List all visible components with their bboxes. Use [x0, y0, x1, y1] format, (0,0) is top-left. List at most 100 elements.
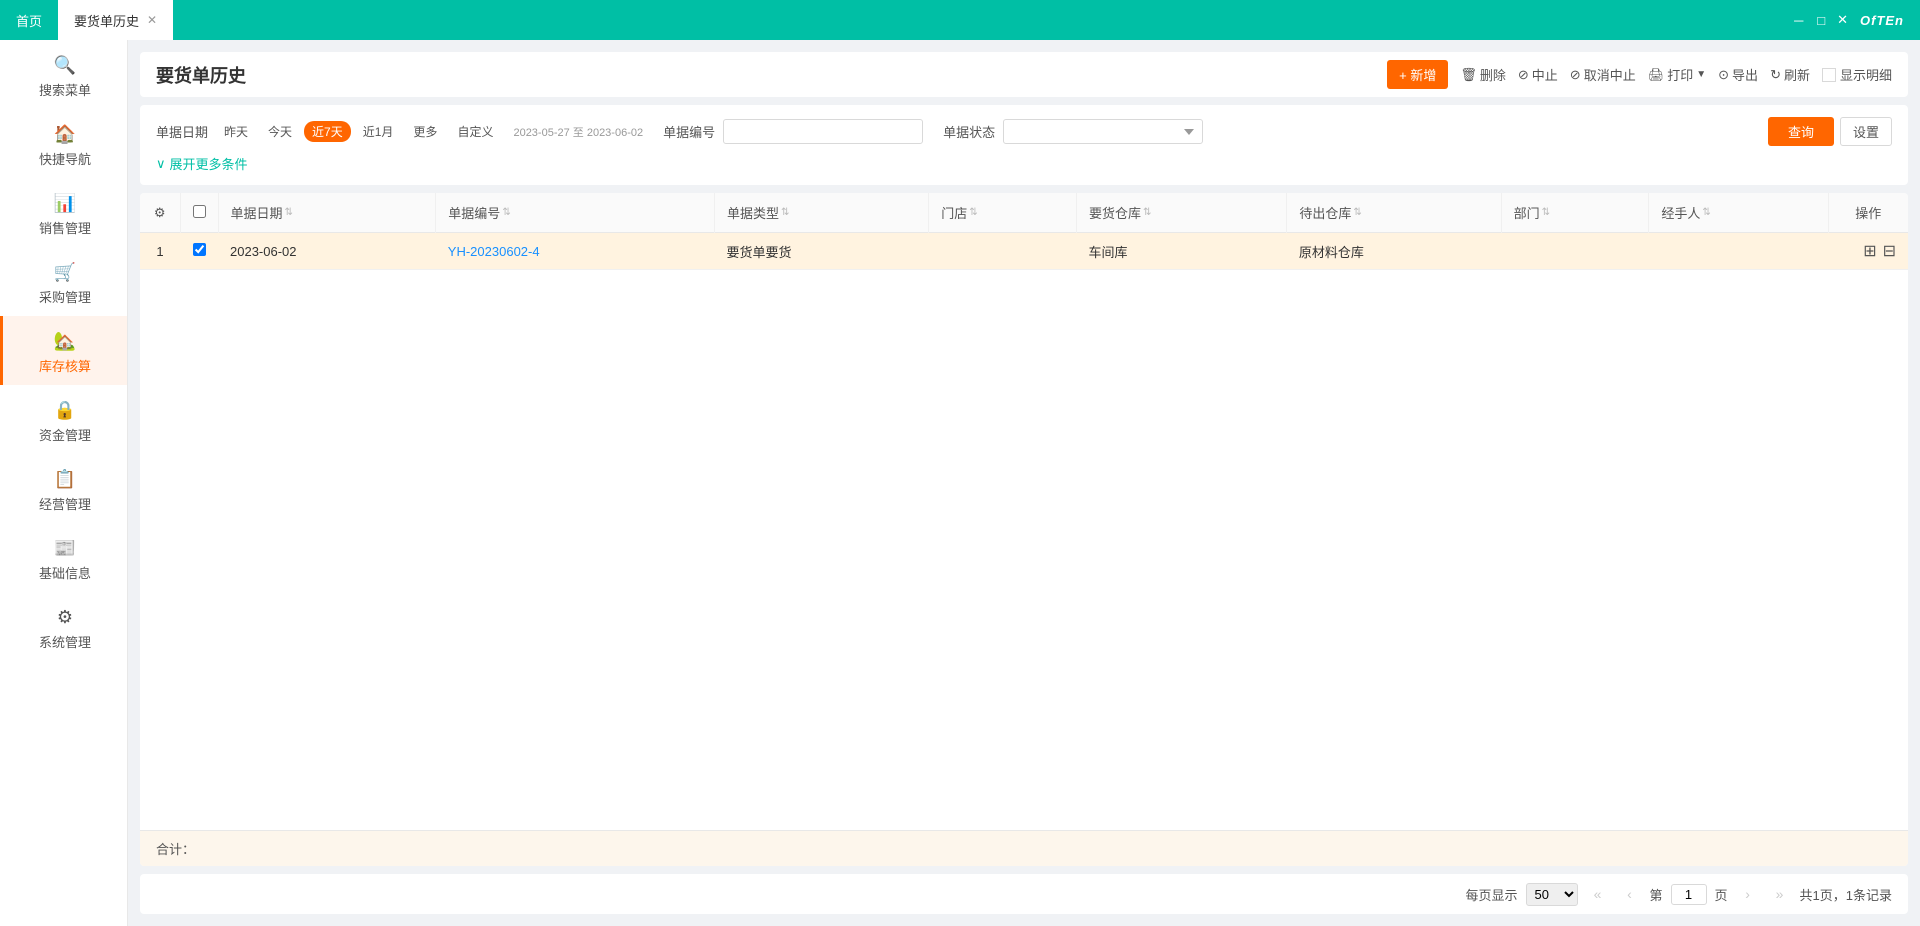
- operations-icon: 📋: [54, 468, 76, 490]
- col-pending-warehouse-header[interactable]: 待出仓库 ⇅: [1287, 193, 1501, 233]
- tab-home-label: 首页: [16, 11, 42, 30]
- row-num-cell: 1: [140, 233, 180, 270]
- tab-home[interactable]: 首页: [0, 0, 58, 40]
- col-handler-sort: 经手人 ⇅: [1661, 203, 1710, 222]
- settings-gear-icon[interactable]: ⚙: [154, 205, 166, 220]
- sidebar-item-search-menu[interactable]: 🔍 搜索菜单: [0, 40, 127, 109]
- home-icon: 🏠: [54, 123, 76, 145]
- tab-close-icon[interactable]: ✕: [147, 13, 157, 27]
- row-edit-icon[interactable]: ⊞: [1863, 241, 1876, 261]
- top-nav-right: － □ ✕ OfTEn: [1792, 11, 1920, 30]
- sidebar-item-sales-mgmt[interactable]: 📊 销售管理: [0, 178, 127, 247]
- sidebar-item-quick-nav[interactable]: 🏠 快捷导航: [0, 109, 127, 178]
- expand-more-label: 展开更多条件: [170, 154, 248, 173]
- settings-button[interactable]: 设置: [1840, 117, 1892, 146]
- last-page-button[interactable]: »: [1768, 882, 1792, 906]
- first-page-button[interactable]: «: [1586, 882, 1610, 906]
- refresh-button[interactable]: ↻ 刷新: [1770, 65, 1810, 84]
- delete-button[interactable]: 🗑 删除: [1460, 65, 1506, 84]
- date-btn-custom[interactable]: 自定义: [449, 121, 501, 142]
- window-maximize-icon[interactable]: □: [1817, 13, 1825, 28]
- sales-icon: 📊: [54, 192, 76, 214]
- sidebar-item-operations-mgmt[interactable]: 📋 经营管理: [0, 454, 127, 523]
- table-container: ⚙ 单据日期 ⇅ 单据编号: [140, 193, 1908, 866]
- row-docno-cell[interactable]: YH-20230602-4: [436, 233, 715, 270]
- page-title: 要货单历史: [156, 62, 246, 88]
- display-detail-checkbox[interactable]: [1822, 68, 1836, 82]
- display-detail-toggle[interactable]: 显示明细: [1822, 65, 1892, 84]
- cancel-stop-button[interactable]: ⊘ 取消中止: [1570, 65, 1636, 84]
- prev-page-button[interactable]: ‹: [1618, 882, 1642, 906]
- new-button[interactable]: + 新增: [1387, 60, 1448, 89]
- sidebar-item-sales-mgmt-label: 销售管理: [39, 218, 91, 237]
- row-pending-warehouse-cell: 原材料仓库: [1287, 233, 1501, 270]
- row-store-cell: [929, 233, 1077, 270]
- page-total-label: 页: [1715, 885, 1728, 904]
- refresh-button-label: 刷新: [1784, 65, 1810, 84]
- search-icon: 🔍: [54, 54, 76, 76]
- page-label: 第: [1650, 885, 1663, 904]
- sidebar-item-basic-info-label: 基础信息: [39, 563, 91, 582]
- row-checkbox-cell[interactable]: [180, 233, 218, 270]
- doc-no-filter-label: 单据编号: [663, 122, 715, 141]
- print-icon: 🖨: [1648, 67, 1665, 83]
- sidebar-item-quick-nav-label: 快捷导航: [39, 149, 91, 168]
- basic-info-icon: 📰: [54, 537, 76, 559]
- status-filter-label: 单据状态: [943, 122, 995, 141]
- tab-requisition-history[interactable]: 要货单历史 ✕: [58, 0, 173, 40]
- window-close-icon[interactable]: ✕: [1837, 12, 1848, 28]
- col-pending-warehouse-sort: 待出仓库 ⇅: [1299, 203, 1361, 222]
- table-row[interactable]: 1 2023-06-02 YH-20230602-4 要货单要货 车间库 原材料…: [140, 233, 1908, 270]
- page-input[interactable]: [1671, 884, 1707, 905]
- per-page-select[interactable]: 50 100 200: [1526, 883, 1578, 906]
- date-btn-7days[interactable]: 近7天: [304, 121, 351, 142]
- sidebar-item-basic-info[interactable]: 📰 基础信息: [0, 523, 127, 592]
- date-btn-today[interactable]: 今天: [260, 121, 300, 142]
- date-btn-more[interactable]: 更多: [405, 121, 445, 142]
- expand-more-button[interactable]: ∨ 展开更多条件: [156, 154, 1892, 173]
- next-page-button[interactable]: ›: [1736, 882, 1760, 906]
- date-btn-1month[interactable]: 近1月: [355, 121, 402, 142]
- col-doctype-header[interactable]: 单据类型 ⇅: [714, 193, 928, 233]
- row-req-warehouse-cell: 车间库: [1077, 233, 1287, 270]
- print-button[interactable]: 🖨 打印 ▼: [1648, 65, 1706, 84]
- filter-row: 单据日期 昨天 今天 近7天 近1月 更多 自定义 2023-05-27 至 2…: [156, 117, 1892, 146]
- sidebar-item-inventory-calc[interactable]: 🏡 库存核算: [0, 316, 127, 385]
- sidebar-item-purchase-mgmt[interactable]: 🛒 采购管理: [0, 247, 127, 316]
- stop-button[interactable]: ⊘ 中止: [1518, 65, 1558, 84]
- col-doctype-sort: 单据类型 ⇅: [727, 203, 789, 222]
- col-date-header[interactable]: 单据日期 ⇅: [218, 193, 436, 233]
- sidebar-item-finance-mgmt[interactable]: 🔒 资金管理: [0, 385, 127, 454]
- col-handler-header[interactable]: 经手人 ⇅: [1649, 193, 1828, 233]
- col-checkbox-header[interactable]: [180, 193, 218, 233]
- row-more-icon[interactable]: ⊟: [1883, 241, 1896, 261]
- export-button[interactable]: ⊙ 导出: [1718, 65, 1758, 84]
- col-req-warehouse-header[interactable]: 要货仓库 ⇅: [1077, 193, 1287, 233]
- print-dropdown-icon: ▼: [1696, 69, 1706, 80]
- window-minimize-icon[interactable]: －: [1792, 11, 1805, 30]
- purchase-icon: 🛒: [54, 261, 76, 283]
- display-detail-label: 显示明细: [1840, 65, 1892, 84]
- sidebar-item-system-mgmt[interactable]: ⚙ 系统管理: [0, 592, 127, 661]
- col-store-header[interactable]: 门店 ⇅: [929, 193, 1077, 233]
- col-docno-header[interactable]: 单据编号 ⇅: [436, 193, 715, 233]
- export-button-label: 导出: [1732, 65, 1758, 84]
- row-docno-link[interactable]: YH-20230602-4: [448, 244, 540, 259]
- delete-button-label: 删除: [1480, 65, 1506, 84]
- col-req-warehouse-sort: 要货仓库 ⇅: [1089, 203, 1151, 222]
- row-checkbox[interactable]: [193, 243, 206, 256]
- col-settings[interactable]: ⚙: [140, 193, 180, 233]
- date-btn-yesterday[interactable]: 昨天: [216, 121, 256, 142]
- stop-icon: ⊘: [1518, 67, 1529, 83]
- export-icon: ⊙: [1718, 67, 1729, 83]
- status-select[interactable]: 进行中 已完成 已中止: [1003, 119, 1203, 144]
- delete-icon: 🗑: [1460, 67, 1477, 83]
- col-dept-header[interactable]: 部门 ⇅: [1501, 193, 1649, 233]
- top-nav-tabs: 首页 要货单历史 ✕: [0, 0, 173, 40]
- sort-icon-req-warehouse: ⇅: [1143, 207, 1151, 218]
- query-button[interactable]: 查询: [1768, 117, 1834, 146]
- select-all-checkbox[interactable]: [193, 205, 206, 218]
- doc-no-input[interactable]: [723, 119, 923, 144]
- top-nav-bar: 首页 要货单历史 ✕ － □ ✕ OfTEn: [0, 0, 1920, 40]
- sort-icon-date: ⇅: [285, 207, 293, 218]
